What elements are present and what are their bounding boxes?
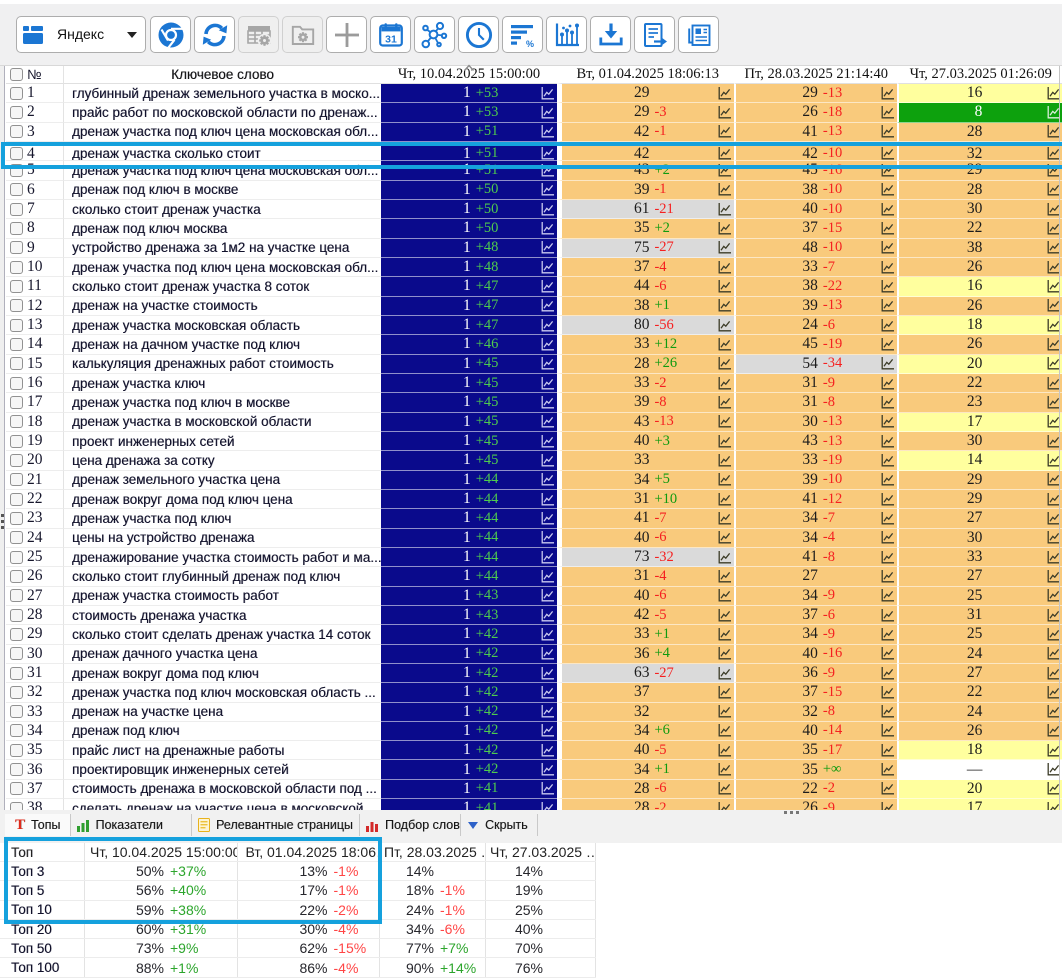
svg-text:%: % [525, 39, 533, 49]
svg-text:31: 31 [385, 33, 397, 45]
